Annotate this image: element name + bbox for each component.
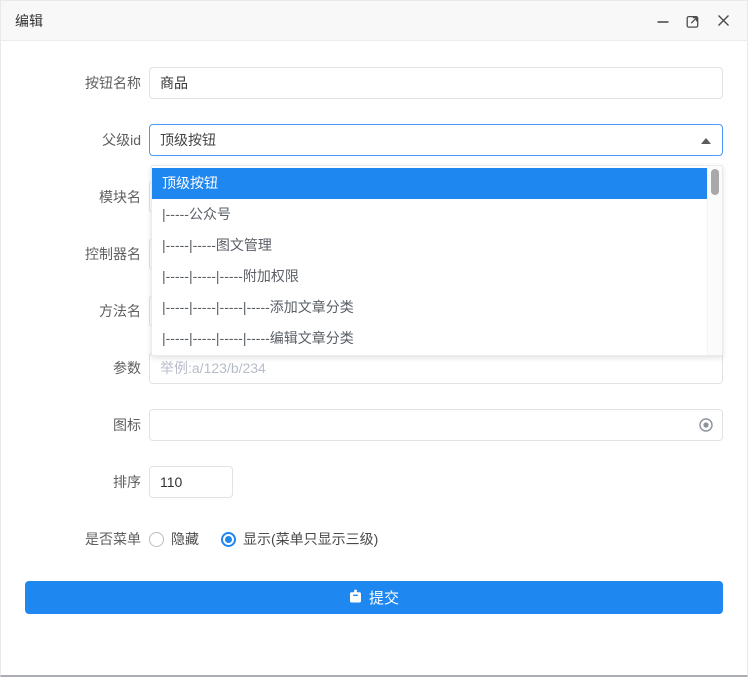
dropdown-option[interactable]: |-----|-----图文管理 xyxy=(152,230,707,261)
radio-unchecked-icon xyxy=(149,532,164,547)
parent-id-selected-value: 顶级按钮 xyxy=(160,130,216,150)
row-sort: 排序 xyxy=(1,466,233,498)
button-name-label: 按钮名称 xyxy=(1,73,141,93)
is-menu-label: 是否菜单 xyxy=(1,529,141,549)
dropdown-option[interactable]: |-----公众号 xyxy=(152,199,707,230)
dot-circle-icon[interactable] xyxy=(698,417,714,438)
module-label: 模块名 xyxy=(1,187,141,207)
method-label: 方法名 xyxy=(1,301,141,321)
parent-id-select[interactable]: 顶级按钮 xyxy=(149,124,723,156)
button-name-input[interactable] xyxy=(149,67,723,99)
maximize-button[interactable] xyxy=(685,13,701,29)
maximize-icon xyxy=(686,14,700,28)
submit-label: 提交 xyxy=(369,587,399,608)
radio-show[interactable]: 显示(菜单只显示三级) xyxy=(221,529,378,549)
controller-label: 控制器名 xyxy=(1,244,141,264)
row-parent-id: 父级id 顶级按钮 xyxy=(1,124,723,156)
sort-input[interactable] xyxy=(149,466,233,498)
window-controls xyxy=(655,13,747,29)
titlebar: 编辑 xyxy=(1,1,747,41)
chevron-up-icon xyxy=(701,138,711,144)
row-button-name: 按钮名称 xyxy=(1,67,723,99)
row-params: 参数 xyxy=(1,352,723,384)
minimize-icon xyxy=(656,14,670,28)
radio-hide-label: 隐藏 xyxy=(171,529,199,549)
dropdown-scrollbar-thumb[interactable] xyxy=(711,169,719,195)
dropdown-option[interactable]: |-----|-----|-----|-----添加文章分类 xyxy=(152,292,707,323)
sort-label: 排序 xyxy=(1,472,141,492)
dialog-title: 编辑 xyxy=(15,11,43,31)
icon-input[interactable] xyxy=(149,409,723,441)
close-icon xyxy=(717,14,730,27)
radio-hide[interactable]: 隐藏 xyxy=(149,529,199,549)
parent-id-dropdown-panel: 顶级按钮 |-----公众号 |-----|-----图文管理 |-----|-… xyxy=(151,165,723,356)
dropdown-option[interactable]: 顶级按钮 xyxy=(152,168,707,199)
edit-dialog-window: 编辑 xyxy=(0,0,748,677)
close-button[interactable] xyxy=(715,13,731,29)
dropdown-option[interactable]: |-----|-----|-----|-----编辑文章分类 xyxy=(152,323,707,354)
row-is-menu: 是否菜单 隐藏 显示(菜单只显示三级) xyxy=(1,523,378,555)
minimize-button[interactable] xyxy=(655,13,671,29)
dropdown-option[interactable]: |-----|-----|-----附加权限 xyxy=(152,261,707,292)
params-input[interactable] xyxy=(149,352,723,384)
row-icon: 图标 xyxy=(1,409,723,441)
is-menu-radio-group: 隐藏 显示(菜单只显示三级) xyxy=(149,529,378,549)
submit-button[interactable]: 提交 xyxy=(25,581,723,614)
radio-show-label: 显示(菜单只显示三级) xyxy=(243,529,378,549)
params-label: 参数 xyxy=(1,358,141,378)
submit-icon xyxy=(349,589,362,607)
radio-checked-icon xyxy=(221,532,236,547)
dropdown-scrollbar xyxy=(707,166,722,355)
parent-id-label: 父级id xyxy=(1,130,141,150)
icon-label: 图标 xyxy=(1,415,141,435)
